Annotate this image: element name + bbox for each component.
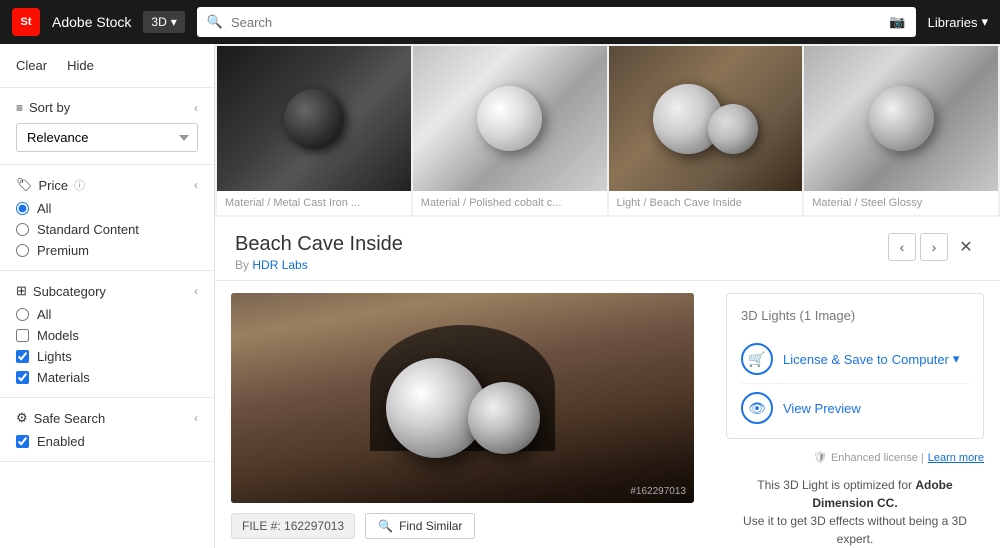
search-input[interactable] [231, 15, 881, 30]
price-premium-option[interactable]: Premium [16, 243, 198, 258]
learn-more-link[interactable]: Learn more [928, 452, 984, 464]
grid-item-2[interactable]: Material / Polished cobalt c... [413, 46, 607, 215]
detail-right-col: 3D Lights (1 Image) 🛒 License & Save to … [710, 281, 1000, 548]
license-save-button[interactable]: 🛒 License & Save to Computer ▾ [741, 335, 969, 384]
price-label: Price [39, 178, 69, 193]
info-icon: ⓘ [74, 177, 85, 193]
subcategory-lights[interactable]: Lights [16, 349, 198, 364]
mode-dropdown[interactable]: 3D ▾ [143, 11, 184, 33]
subcategory-all[interactable]: All [16, 307, 198, 322]
clear-button[interactable]: Clear [16, 58, 47, 73]
detail-title: Beach Cave Inside [235, 233, 403, 256]
subcategory-section: ⊞ Subcategory ‹ All Models Lights [0, 271, 214, 398]
search-icon: 🔍 [378, 519, 393, 533]
subcategory-materials[interactable]: Materials [16, 370, 198, 385]
safe-search-section: ⚙ Safe Search ‹ Enabled [0, 398, 214, 462]
safe-search-chevron: ‹ [194, 411, 198, 425]
libraries-button[interactable]: Libraries ▾ [928, 14, 988, 30]
subcategory-header[interactable]: ⊞ Subcategory ‹ [16, 283, 198, 299]
license-card: 3D Lights (1 Image) 🛒 License & Save to … [726, 293, 984, 439]
prev-button[interactable]: ‹ [888, 233, 916, 261]
detail-author-link[interactable]: HDR Labs [252, 258, 307, 272]
grid-item-1[interactable]: Material / Metal Cast Iron ... [217, 46, 411, 215]
license-title: 3D Lights (1 Image) [741, 308, 969, 323]
search-bar: 🔍 📷 [197, 7, 916, 37]
subcategory-chevron: ‹ [194, 284, 198, 298]
grid-item-3[interactable]: Light / Beach Cave Inside [609, 46, 803, 215]
shield-icon: 🛡 [813, 451, 827, 464]
safe-search-enabled[interactable]: Enabled [16, 434, 198, 449]
subcategory-options: All Models Lights Materials [16, 307, 198, 385]
file-id: FILE #: 162297013 [231, 513, 355, 539]
content-area: Material / Metal Cast Iron ... Material … [215, 44, 1000, 548]
sort-by-section: ≡ Sort by ‹ Relevance Newest Undiscovere… [0, 88, 214, 165]
subcategory-models[interactable]: Models [16, 328, 198, 343]
chevron-down-icon: ▾ [981, 14, 988, 30]
subcategory-label: Subcategory [33, 284, 106, 299]
detail-by: By HDR Labs [235, 258, 403, 272]
grid-item-4[interactable]: Material / Steel Glossy [804, 46, 998, 215]
price-chevron: ‹ [194, 178, 198, 192]
price-section: 🏷 Price ⓘ ‹ All Standard Content Premium [0, 165, 214, 271]
camera-icon[interactable]: 📷 [889, 14, 905, 30]
safe-search-label: Safe Search [34, 411, 106, 426]
preview-icon: 👁 [741, 392, 773, 424]
topbar: St Adobe Stock 3D ▾ 🔍 📷 Libraries ▾ [0, 0, 1000, 44]
sidebar-header: Clear Hide [0, 44, 214, 88]
detail-panel: Beach Cave Inside By HDR Labs ‹ › ✕ [215, 217, 1000, 548]
detail-image: #162297013 [231, 293, 694, 503]
chevron-down-icon: ▾ [953, 351, 960, 367]
close-button[interactable]: ✕ [952, 233, 980, 261]
detail-body: #162297013 FILE #: 162297013 🔍 Find Simi… [215, 281, 1000, 548]
license-icon: 🛒 [741, 343, 773, 375]
next-button[interactable]: › [920, 233, 948, 261]
price-standard-option[interactable]: Standard Content [16, 222, 198, 237]
chevron-down-icon: ▾ [171, 15, 177, 29]
detail-header: Beach Cave Inside By HDR Labs ‹ › ✕ [215, 217, 1000, 281]
safe-search-header[interactable]: ⚙ Safe Search ‹ [16, 410, 198, 426]
view-preview-button[interactable]: 👁 View Preview [741, 384, 969, 424]
grid-label-1: Material / Metal Cast Iron ... [217, 191, 411, 215]
app-name: Adobe Stock [52, 14, 131, 30]
image-grid: Material / Metal Cast Iron ... Material … [215, 44, 1000, 217]
enhanced-note: 🛡 Enhanced license | Learn more [726, 451, 984, 464]
main-layout: Clear Hide ≡ Sort by ‹ Relevance Newest … [0, 44, 1000, 548]
detail-actions: FILE #: 162297013 🔍 Find Similar [231, 513, 694, 539]
price-header[interactable]: 🏷 Price ⓘ ‹ [16, 177, 198, 193]
sort-by-chevron: ‹ [194, 101, 198, 115]
subcategory-icon: ⊞ [16, 283, 27, 299]
sort-by-header[interactable]: ≡ Sort by ‹ [16, 100, 198, 115]
sort-icon: ≡ [16, 101, 23, 115]
shield-icon: ⚙ [16, 410, 28, 426]
detail-nav: ‹ › ✕ [888, 233, 980, 261]
sort-select[interactable]: Relevance Newest Undiscovered Best Match [16, 123, 198, 152]
find-similar-button[interactable]: 🔍 Find Similar [365, 513, 475, 539]
promo-box: This 3D Light is optimized for Adobe Dim… [726, 476, 984, 548]
price-all-option[interactable]: All [16, 201, 198, 216]
grid-label-4: Material / Steel Glossy [804, 191, 998, 215]
adobe-logo: St [12, 8, 40, 36]
search-icon: 🔍 [207, 14, 223, 30]
sidebar: Clear Hide ≡ Sort by ‹ Relevance Newest … [0, 44, 215, 548]
hide-button[interactable]: Hide [67, 58, 94, 73]
price-icon: 🏷 [16, 177, 33, 193]
detail-image-col: #162297013 FILE #: 162297013 🔍 Find Simi… [215, 281, 710, 548]
price-options: All Standard Content Premium [16, 201, 198, 258]
grid-label-3: Light / Beach Cave Inside [609, 191, 803, 215]
grid-label-2: Material / Polished cobalt c... [413, 191, 607, 215]
file-number-watermark: #162297013 [630, 486, 686, 497]
